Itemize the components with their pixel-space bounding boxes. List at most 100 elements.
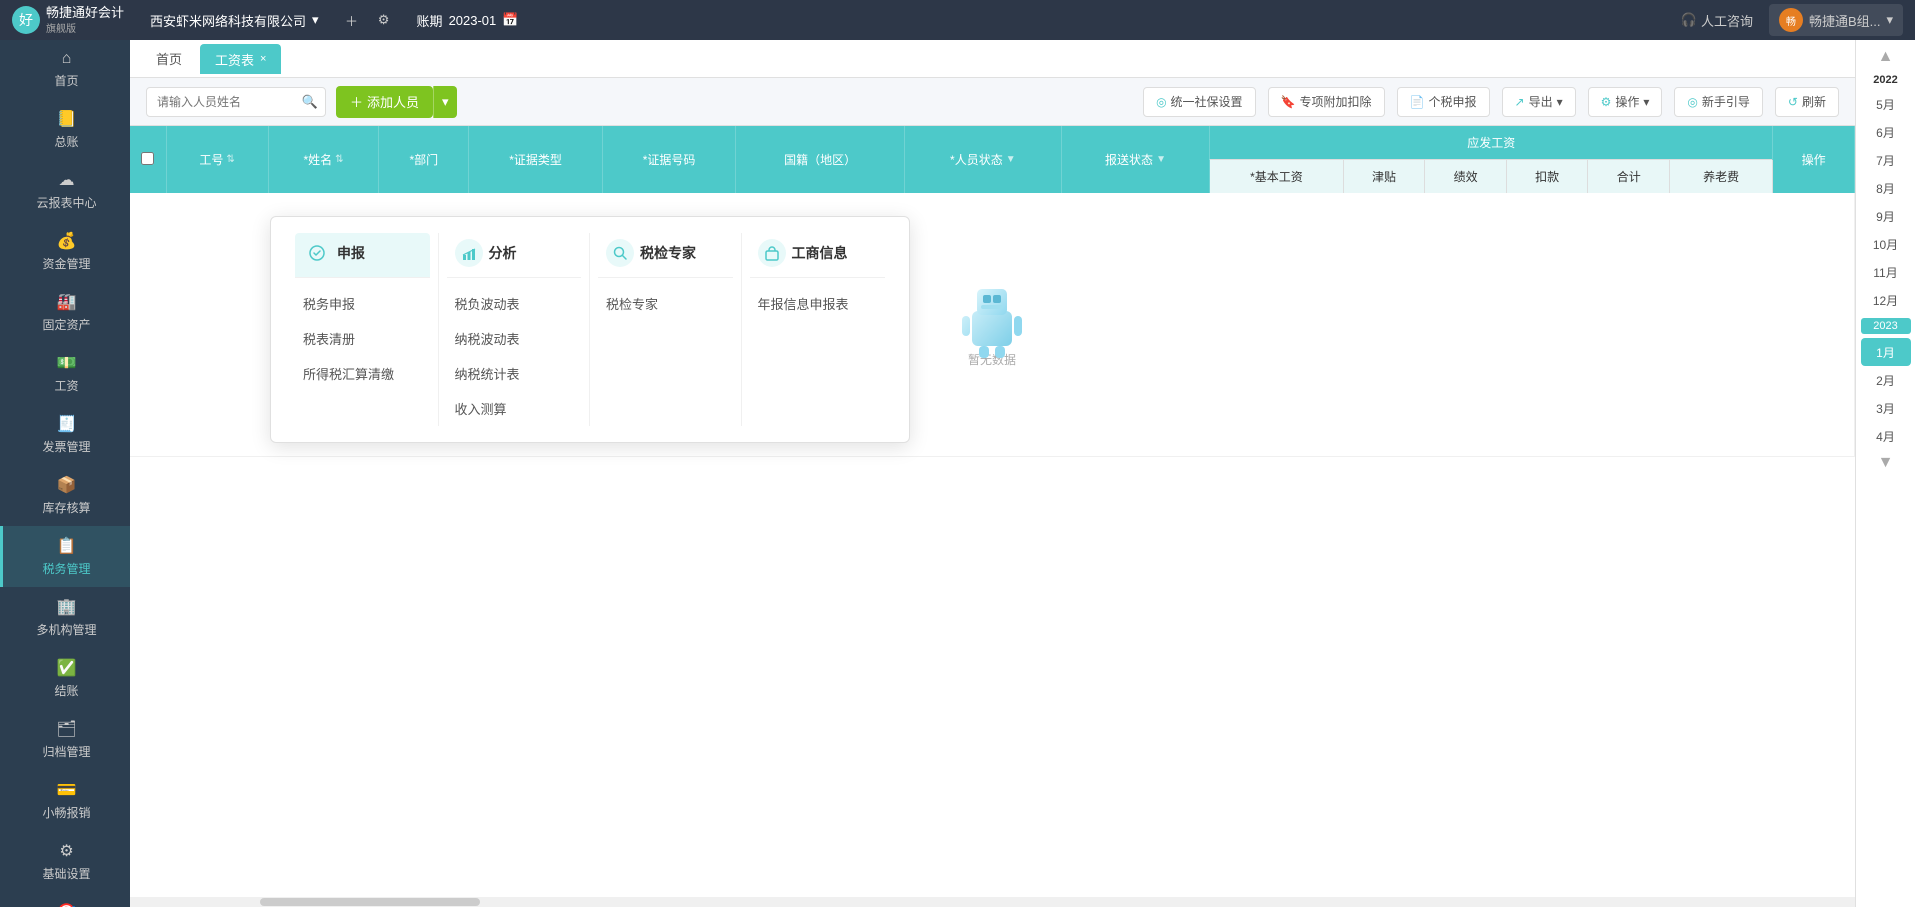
tab-close-icon[interactable]: × xyxy=(260,53,266,65)
sidebar-item-fund[interactable]: 💰 资金管理 xyxy=(0,221,130,282)
cal-month-10[interactable]: 10月 xyxy=(1861,230,1911,258)
invoice-icon: 🧾 xyxy=(57,414,77,434)
th-action: 操作 xyxy=(1773,126,1855,193)
payroll-icon: 💵 xyxy=(57,353,77,373)
social-security-icon: ◎ xyxy=(1156,95,1166,109)
menu-section-header-gongshang: 工商信息 xyxy=(750,233,886,278)
refresh-btn[interactable]: ↺ 刷新 xyxy=(1775,87,1839,117)
cal-month-6[interactable]: 6月 xyxy=(1861,118,1911,146)
sidebar-label-invoice: 发票管理 xyxy=(42,438,90,455)
menu-section-gongshang: 工商信息 年报信息申报表 xyxy=(742,233,894,426)
menu-section-shuijian: 税检专家 税检专家 xyxy=(590,233,742,426)
cal-month-1-active[interactable]: 1月 xyxy=(1861,338,1911,366)
menu-item-tax-filing[interactable]: 税务申报 xyxy=(295,286,430,321)
export-icon: ↗ xyxy=(1515,95,1525,109)
cal-month-12[interactable]: 12月 xyxy=(1861,286,1911,314)
home-icon: ⌂ xyxy=(62,50,72,68)
cal-month-4[interactable]: 4月 xyxy=(1861,422,1911,450)
cal-month-9[interactable]: 9月 xyxy=(1861,202,1911,230)
cal-month-8[interactable]: 8月 xyxy=(1861,174,1911,202)
search-input[interactable] xyxy=(146,87,326,117)
menu-item-tax-fluctuation[interactable]: 纳税波动表 xyxy=(447,321,582,356)
add-icon-btn[interactable]: ＋ xyxy=(339,7,365,33)
cal-month-5[interactable]: 5月 xyxy=(1861,90,1911,118)
personal-tax-btn[interactable]: 📄 个税申报 xyxy=(1397,87,1490,117)
menu-item-tax-clearance[interactable]: 税表清册 xyxy=(295,321,430,356)
th-salary-group: 应发工资 xyxy=(1210,126,1773,160)
special-deduction-label: 专项附加扣除 xyxy=(1300,93,1372,110)
menu-item-annual-settlement[interactable]: 所得税汇算清缴 xyxy=(295,356,430,391)
right-calendar-panel: ▲ 2022 5月 6月 7月 8月 9月 10月 11月 12月 2023 1… xyxy=(1855,40,1915,907)
operations-btn[interactable]: ⚙ 操作 ▾ xyxy=(1588,87,1663,117)
sidebar-item-archive[interactable]: 🗂 归档管理 xyxy=(0,709,130,770)
personal-tax-icon: 📄 xyxy=(1410,95,1425,109)
menu-item-annual-report[interactable]: 年报信息申报表 xyxy=(750,286,886,321)
scroll-thumb[interactable] xyxy=(260,898,480,906)
cal-month-2[interactable]: 2月 xyxy=(1861,366,1911,394)
th-number: 工号 ⇅ xyxy=(166,126,268,193)
tab-payroll[interactable]: 工资表 × xyxy=(200,44,281,74)
special-deduction-btn[interactable]: 🔖 专项附加扣除 xyxy=(1268,87,1385,117)
sidebar-item-cloud-report[interactable]: ☁ 云报表中心 xyxy=(0,160,130,221)
fenxi-section-icon xyxy=(455,239,483,267)
settings-icon-btn[interactable]: ⚙ xyxy=(371,7,397,33)
company-name: 西安虾米网络科技有限公司 xyxy=(150,11,306,30)
special-deduction-icon: 🔖 xyxy=(1281,95,1296,109)
tab-home-label: 首页 xyxy=(156,49,182,68)
add-person-label: 添加人员 xyxy=(367,92,419,111)
menu-item-tax-statistics[interactable]: 纳税统计表 xyxy=(447,356,582,391)
sidebar-item-expense[interactable]: 💳 小畅报销 xyxy=(0,770,130,831)
shuijian-section-icon xyxy=(606,239,634,267)
menu-section-header-fenxi: 分析 xyxy=(447,233,582,278)
user-avatar-area[interactable]: 畅 畅捷通B组... ▾ xyxy=(1769,4,1903,36)
user-dropdown-icon: ▾ xyxy=(1886,12,1893,28)
sidebar-label-assets: 固定资产 xyxy=(42,316,90,333)
settings-icon: ⚙ xyxy=(59,841,73,861)
fenxi-title: 分析 xyxy=(489,243,517,263)
logo-icon: 好 xyxy=(12,6,40,34)
sidebar-item-invoice[interactable]: 🧾 发票管理 xyxy=(0,404,130,465)
sidebar-item-guide[interactable]: 🎯 新手引导 xyxy=(0,892,130,907)
sidebar-item-tax[interactable]: 📋 税务管理 xyxy=(0,526,130,587)
cal-nav-up[interactable]: ▲ xyxy=(1873,44,1899,70)
filter-icon-report[interactable]: ▼ xyxy=(1156,154,1166,165)
cal-year-2022: 2022 xyxy=(1873,70,1897,90)
menu-item-tax-expert[interactable]: 税检专家 xyxy=(598,286,733,321)
cloud-icon: ☁ xyxy=(59,170,75,190)
select-all-checkbox[interactable] xyxy=(141,152,154,165)
customer-service-btn[interactable]: 🎧 人工咨询 xyxy=(1681,11,1753,30)
menu-item-income-calc[interactable]: 收入测算 xyxy=(447,391,582,426)
sidebar-item-multi-org[interactable]: 🏢 多机构管理 xyxy=(0,587,130,648)
menu-item-tax-burden[interactable]: 税负波动表 xyxy=(447,286,582,321)
user-label: 畅捷通B组... xyxy=(1809,11,1881,30)
cal-year-tag-2023: 2023 xyxy=(1861,318,1911,334)
refresh-label: 刷新 xyxy=(1802,93,1826,110)
cal-month-3[interactable]: 3月 xyxy=(1861,394,1911,422)
th-name: *姓名 ⇅ xyxy=(268,126,379,193)
social-security-btn[interactable]: ◎ 统一社保设置 xyxy=(1143,87,1256,117)
export-btn[interactable]: ↗ 导出 ▾ xyxy=(1502,87,1576,117)
sort-icon-number: ⇅ xyxy=(226,154,234,165)
sidebar-item-home[interactable]: ⌂ 首页 xyxy=(0,40,130,99)
filter-icon-status[interactable]: ▼ xyxy=(1006,154,1016,165)
tab-home[interactable]: 首页 xyxy=(142,44,196,74)
company-selector[interactable]: 西安虾米网络科技有限公司 ▾ xyxy=(142,7,327,34)
sidebar-item-inventory[interactable]: 📦 库存核算 xyxy=(0,465,130,526)
sidebar-item-ledger[interactable]: 📒 总账 xyxy=(0,99,130,160)
add-person-dropdown-btn[interactable]: ▾ xyxy=(433,86,457,118)
cal-month-7[interactable]: 7月 xyxy=(1861,146,1911,174)
operations-icon: ⚙ xyxy=(1601,95,1612,109)
cal-month-11[interactable]: 11月 xyxy=(1861,258,1911,286)
add-person-button[interactable]: ＋ 添加人员 xyxy=(336,86,433,118)
sort-icon-name: ⇅ xyxy=(335,154,343,165)
cal-nav-down[interactable]: ▼ xyxy=(1873,450,1899,476)
inventory-icon: 📦 xyxy=(57,475,77,495)
sidebar-item-assets[interactable]: 🏭 固定资产 xyxy=(0,282,130,343)
sidebar-item-settings[interactable]: ⚙ 基础设置 xyxy=(0,831,130,892)
operations-dropdown-icon: ▾ xyxy=(1643,95,1649,109)
gongshang-title: 工商信息 xyxy=(792,243,848,263)
calendar-icon[interactable]: 📅 xyxy=(502,12,518,28)
sidebar-item-close-account[interactable]: ✅ 结账 xyxy=(0,648,130,709)
guide-btn[interactable]: ◎ 新手引导 xyxy=(1674,87,1763,117)
sidebar-item-payroll[interactable]: 💵 工资 xyxy=(0,343,130,404)
